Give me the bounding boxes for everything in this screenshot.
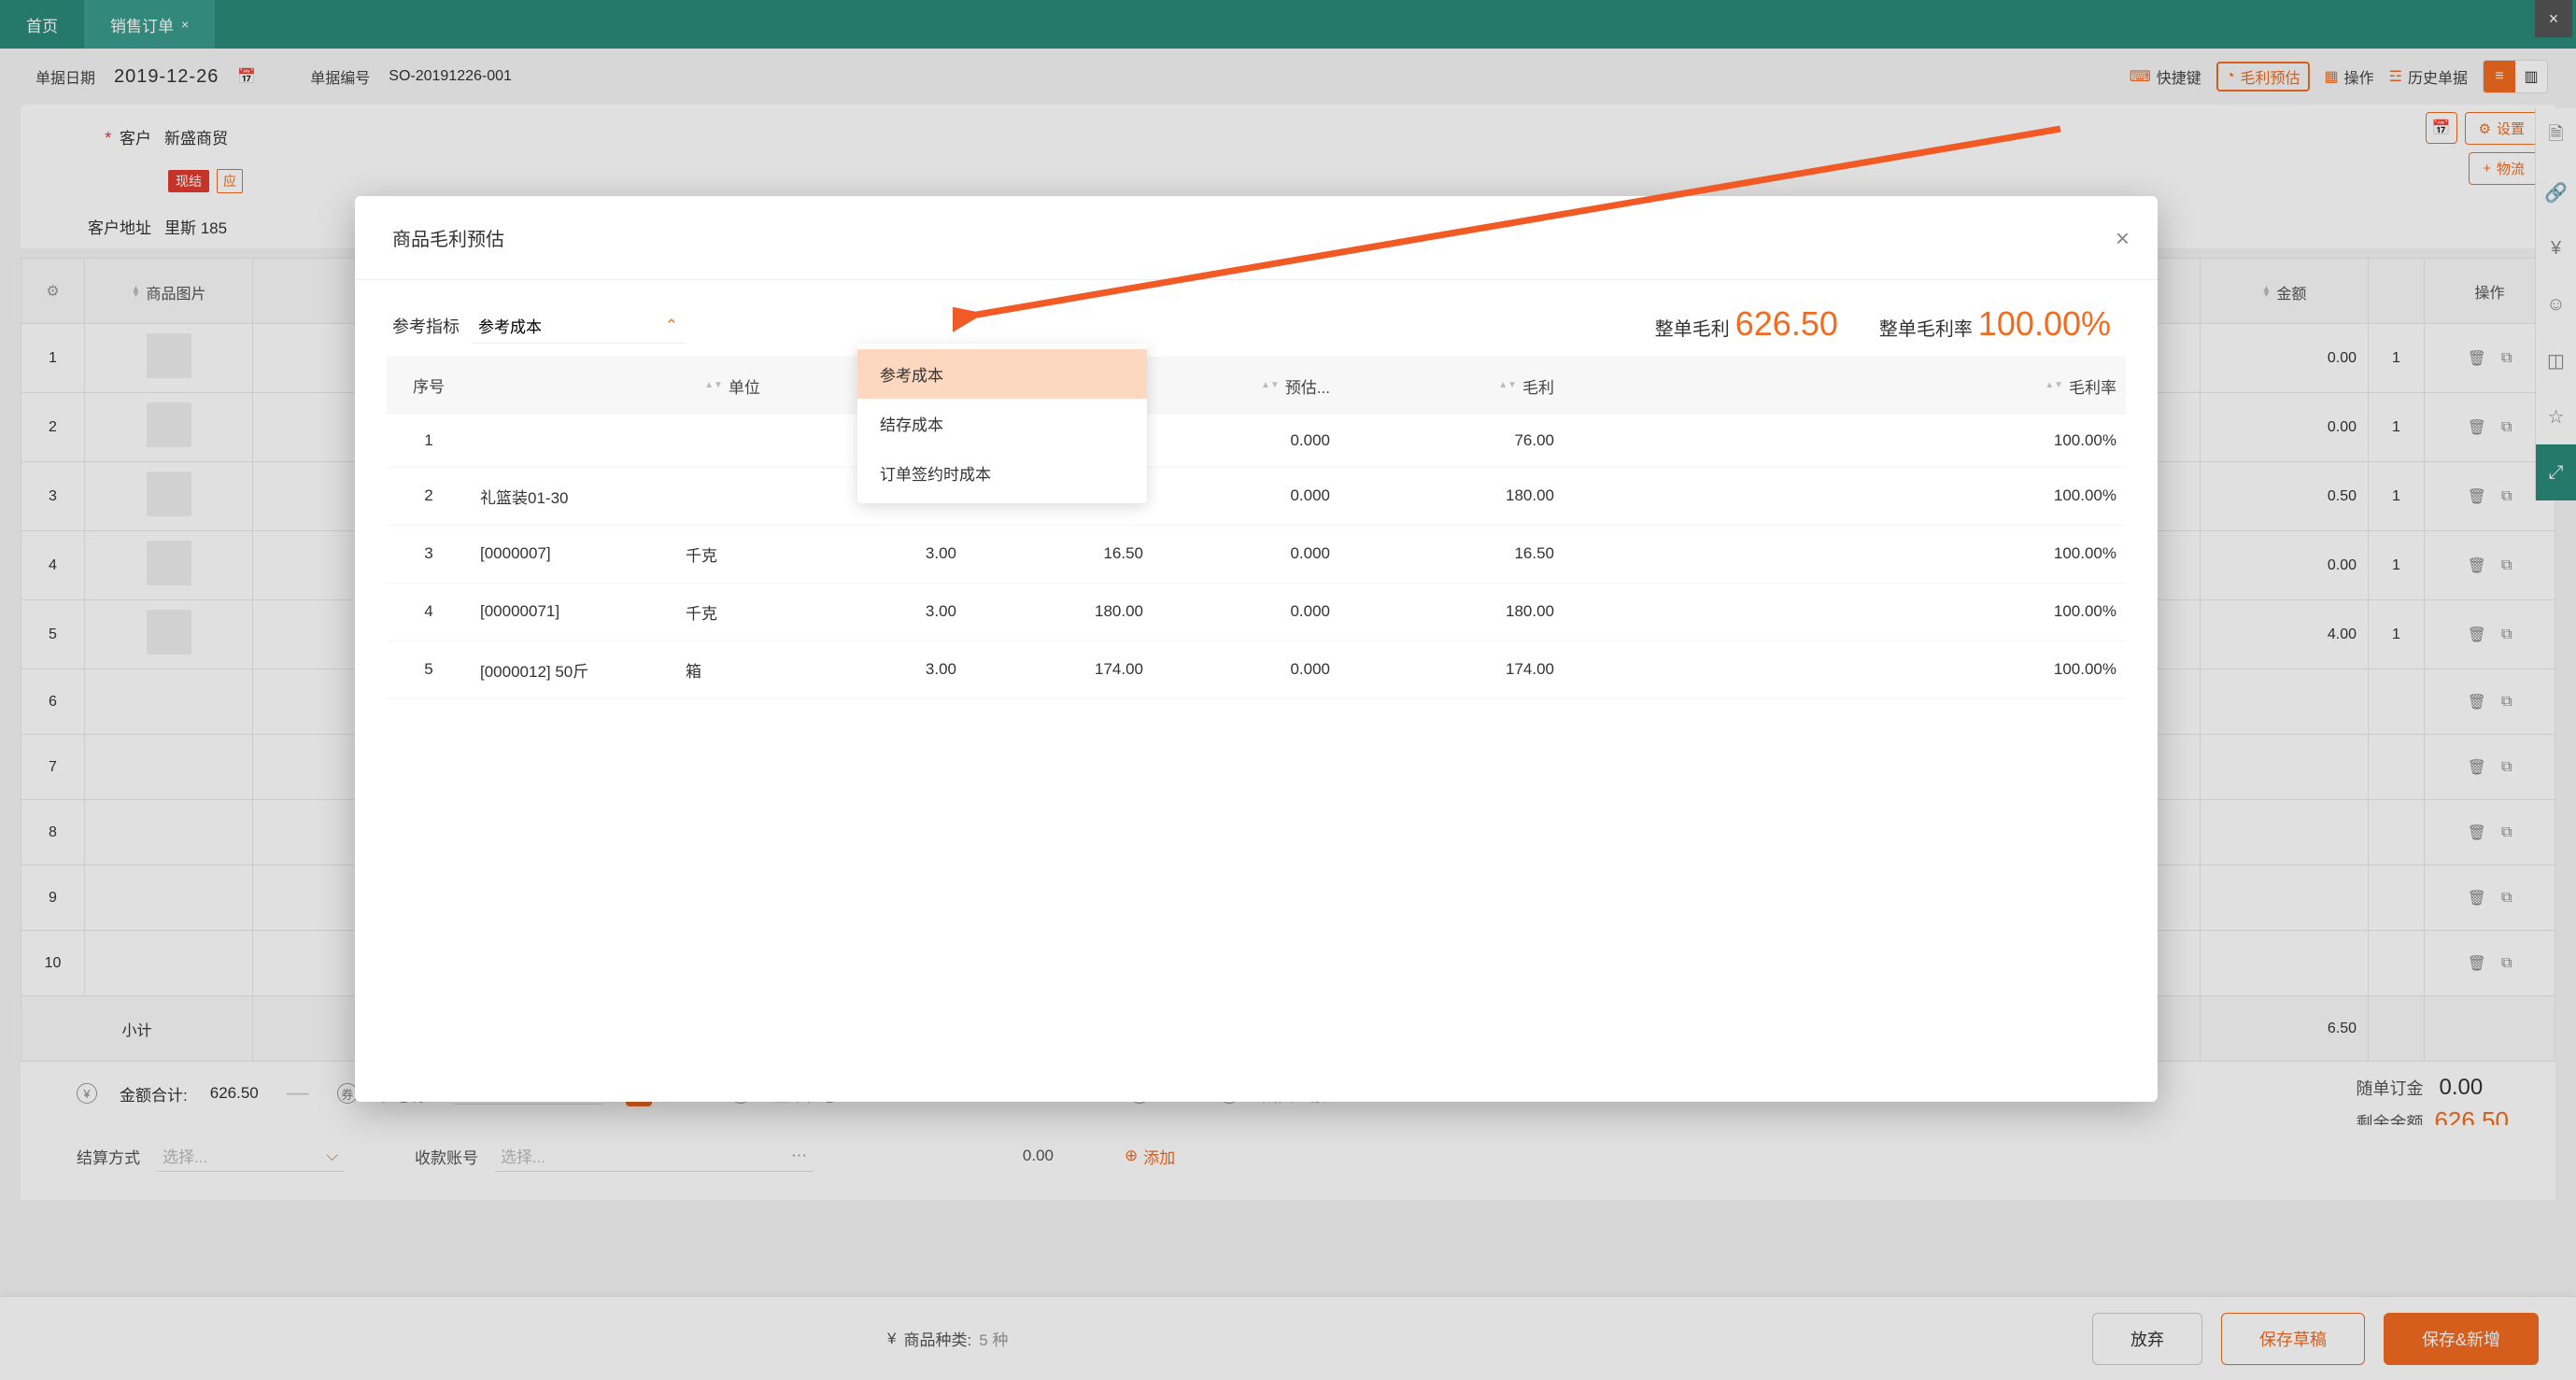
total-profit-label: 整单毛利 [1655,319,1730,340]
modal-table-row: 2礼篮装01-302.00180.000.000180.00100.00% [387,467,2126,525]
modal-title: 商品毛利预估 [392,230,504,250]
modal-table-row: 3[0000007]千克3.0016.500.00016.50100.00% [387,525,2126,583]
profit-estimate-modal: 商品毛利预估 × 参考指标 参考成本 ⌃ 参考成本 结存成本 订单签约时成本 整… [355,196,2158,1102]
modal-table-row: 4[00000071]千克3.00180.000.000180.00100.00… [387,583,2126,641]
total-rate-value: 100.00% [1978,304,2111,343]
mcol-idx: 序号 [387,357,471,415]
mcol-rate: ▲▼毛利率 [1564,357,2126,415]
mcol-est: ▲▼预估... [1153,357,1339,415]
mcol-unit: ▲▼单位 [676,357,788,415]
dropdown-item-contract-cost[interactable]: 订单签约时成本 [857,448,1147,498]
metric-select[interactable]: 参考成本 ⌃ [471,308,686,344]
total-rate-label: 整单毛利率 [1879,319,1973,340]
chevron-up-icon: ⌃ [665,317,678,335]
sort-icon[interactable]: ▲▼ [2045,383,2063,388]
metric-dropdown: 参考成本 结存成本 订单签约时成本 [857,344,1147,503]
sort-icon[interactable]: ▲▼ [704,383,723,388]
modal-close-button[interactable]: × [2116,224,2130,253]
modal-table-row: 5[0000012] 50斤箱3.00174.000.000174.00100.… [387,641,2126,698]
sort-icon[interactable]: ▲▼ [1261,383,1280,388]
dropdown-item-ref-cost[interactable]: 参考成本 [857,349,1147,399]
modal-table-row: 12.0076.000.00076.00100.00% [387,415,2126,468]
mcol-profit: ▲▼毛利 [1339,357,1564,415]
metric-label: 参考指标 [392,314,460,338]
sort-icon[interactable]: ▲▼ [1498,383,1517,388]
metric-value: 参考成本 [478,314,542,337]
total-profit-value: 626.50 [1735,304,1838,343]
dropdown-item-stock-cost[interactable]: 结存成本 [857,399,1147,448]
mcol-name [471,357,676,415]
